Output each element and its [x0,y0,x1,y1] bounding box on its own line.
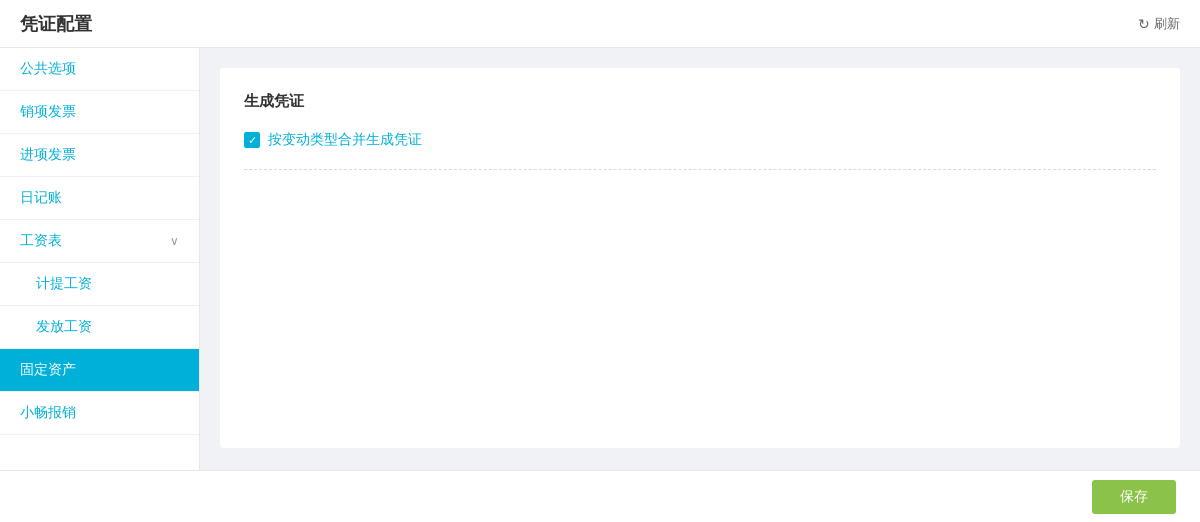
sidebar-item-pay-wages[interactable]: 发放工资 [0,306,199,349]
sidebar-item-label: 小畅报销 [20,404,76,422]
refresh-label: 刷新 [1154,15,1180,33]
sidebar-item-calc-wages[interactable]: 计提工资 [0,263,199,306]
page-title: 凭证配置 [20,12,92,36]
sidebar-item-fixed-assets[interactable]: 固定资产 [0,349,199,392]
sidebar-item-label: 固定资产 [20,361,76,379]
page-header: 凭证配置 ↻ 刷新 [0,0,1200,48]
sidebar-item-label: 发放工资 [36,318,92,336]
checkbox-row: 按变动类型合并生成凭证 [244,131,1156,149]
sidebar-item-journal[interactable]: 日记账 [0,177,199,220]
sidebar-item-expense-report[interactable]: 小畅报销 [0,392,199,435]
sidebar-item-label: 公共选项 [20,60,76,78]
sidebar: 公共选项销项发票进项发票日记账工资表 ∨ 计提工资发放工资固定资产小畅报销 [0,48,200,470]
content-card: 生成凭证 按变动类型合并生成凭证 [220,68,1180,448]
sidebar-item-label: 销项发票 [20,103,76,121]
main-layout: 公共选项销项发票进项发票日记账工资表 ∨ 计提工资发放工资固定资产小畅报销 生成凭证… [0,48,1200,470]
sidebar-item-label: 工资表 [20,232,62,250]
sidebar-item-payroll-table[interactable]: 工资表 ∨ [0,220,199,263]
sidebar-item-label: 日记账 [20,189,62,207]
sidebar-item-sales-invoice[interactable]: 销项发票 [0,91,199,134]
refresh-button[interactable]: ↻ 刷新 [1138,15,1180,33]
sidebar-item-public-options[interactable]: 公共选项 [0,48,199,91]
refresh-icon: ↻ [1138,16,1150,32]
chevron-down-icon: ∨ [170,234,179,248]
page-footer: 保存 [0,470,1200,522]
sidebar-item-purchase-invoice[interactable]: 进项发票 [0,134,199,177]
section-title: 生成凭证 [244,92,1156,111]
save-button[interactable]: 保存 [1092,480,1176,514]
sidebar-item-label: 计提工资 [36,275,92,293]
section-divider [244,169,1156,170]
content-area: 生成凭证 按变动类型合并生成凭证 [200,48,1200,470]
merge-checkbox-label: 按变动类型合并生成凭证 [268,131,422,149]
sidebar-item-label: 进项发票 [20,146,76,164]
merge-checkbox[interactable] [244,132,260,148]
